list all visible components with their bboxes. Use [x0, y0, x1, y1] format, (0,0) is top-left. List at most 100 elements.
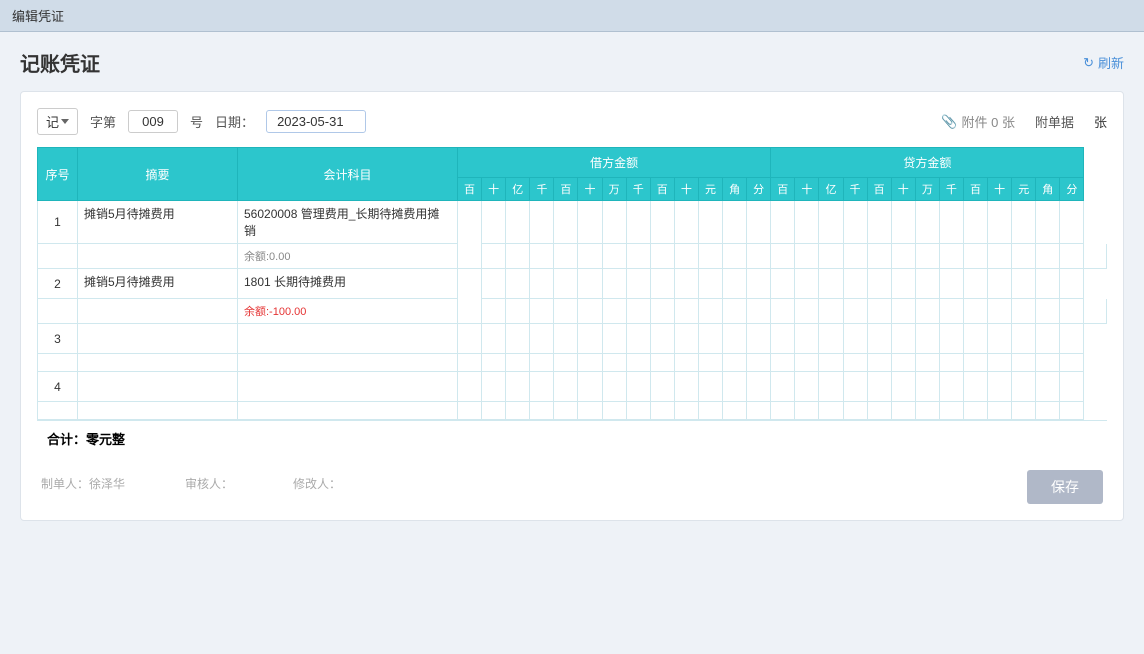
cell-credit-9[interactable] — [963, 201, 987, 244]
cell-debit-11[interactable] — [698, 372, 722, 402]
cell-credit-13[interactable] — [1060, 269, 1084, 299]
cell-credit-11[interactable] — [1012, 201, 1036, 244]
cell-credit-7[interactable] — [915, 269, 939, 299]
cell-debit-10[interactable] — [674, 269, 698, 299]
cell-debit-13[interactable] — [747, 372, 771, 402]
cell-credit-9[interactable] — [963, 269, 987, 299]
cell-account[interactable]: 1801 长期待摊费用 — [238, 269, 458, 299]
save-button[interactable]: 保存 — [1027, 470, 1103, 504]
cell-debit-4[interactable] — [530, 324, 554, 354]
cell-debit-12[interactable] — [723, 201, 747, 244]
cell-credit-1[interactable] — [771, 201, 795, 244]
cell-debit-8[interactable] — [626, 201, 650, 244]
cell-debit-9[interactable] — [650, 269, 674, 299]
cell-debit-3[interactable] — [506, 324, 530, 354]
cell-credit-13[interactable] — [1060, 372, 1084, 402]
cell-account[interactable] — [238, 372, 458, 402]
cell-credit-11[interactable] — [1012, 324, 1036, 354]
cell-debit-12[interactable] — [723, 324, 747, 354]
cell-debit-4[interactable] — [530, 201, 554, 244]
cell-credit-5[interactable] — [867, 324, 891, 354]
cell-debit-7[interactable] — [602, 269, 626, 299]
cell-debit-8[interactable] — [626, 324, 650, 354]
cell-credit-9[interactable] — [963, 372, 987, 402]
cell-credit-9[interactable] — [963, 324, 987, 354]
cell-credit-7[interactable] — [915, 324, 939, 354]
cell-debit-5[interactable] — [554, 324, 578, 354]
cell-debit-2[interactable] — [482, 324, 506, 354]
cell-debit-5[interactable] — [554, 372, 578, 402]
cell-credit-5[interactable] — [867, 372, 891, 402]
cell-debit-8[interactable] — [626, 372, 650, 402]
cell-debit-6[interactable] — [578, 201, 602, 244]
cell-credit-7[interactable] — [915, 372, 939, 402]
cell-credit-11[interactable] — [1012, 372, 1036, 402]
cell-debit-3[interactable] — [506, 201, 530, 244]
cell-credit-1[interactable] — [771, 269, 795, 299]
cell-credit-1[interactable] — [771, 372, 795, 402]
cell-debit-7[interactable] — [602, 324, 626, 354]
cell-account[interactable] — [238, 324, 458, 354]
voucher-type-button[interactable]: 记 — [37, 108, 78, 135]
refresh-button[interactable]: ↻ 刷新 — [1083, 53, 1124, 72]
cell-debit-10[interactable] — [674, 372, 698, 402]
cell-credit-7[interactable] — [915, 201, 939, 244]
cell-credit-12[interactable] — [1036, 324, 1060, 354]
cell-credit-11[interactable] — [1012, 269, 1036, 299]
cell-debit-11[interactable] — [698, 324, 722, 354]
cell-credit-10[interactable] — [988, 269, 1012, 299]
cell-debit-9[interactable] — [650, 201, 674, 244]
cell-credit-12[interactable] — [1036, 372, 1060, 402]
cell-credit-8[interactable] — [939, 201, 963, 244]
voucher-number[interactable]: 009 — [128, 110, 178, 133]
cell-credit-2[interactable] — [795, 324, 819, 354]
cell-credit-10[interactable] — [988, 324, 1012, 354]
cell-debit-1[interactable] — [458, 269, 482, 324]
cell-debit-11[interactable] — [698, 269, 722, 299]
cell-credit-6[interactable] — [891, 269, 915, 299]
cell-debit-12[interactable] — [723, 372, 747, 402]
cell-debit-6[interactable] — [578, 269, 602, 299]
cell-credit-2[interactable] — [795, 372, 819, 402]
cell-debit-1[interactable] — [458, 324, 482, 354]
cell-credit-6[interactable] — [891, 372, 915, 402]
cell-debit-1[interactable] — [458, 372, 482, 402]
cell-debit-12[interactable] — [723, 269, 747, 299]
cell-credit-13[interactable] — [1060, 201, 1084, 244]
cell-debit-9[interactable] — [650, 372, 674, 402]
cell-credit-3[interactable] — [819, 201, 843, 244]
cell-credit-8[interactable] — [939, 269, 963, 299]
cell-credit-6[interactable] — [891, 201, 915, 244]
cell-debit-5[interactable] — [554, 201, 578, 244]
cell-debit-2[interactable] — [482, 201, 506, 244]
cell-summary[interactable] — [78, 324, 238, 354]
cell-debit-3[interactable] — [506, 269, 530, 299]
cell-debit-10[interactable] — [674, 324, 698, 354]
cell-credit-4[interactable] — [843, 201, 867, 244]
attach-dan[interactable]: 附单据 — [1035, 112, 1074, 131]
cell-credit-4[interactable] — [843, 269, 867, 299]
cell-debit-1[interactable] — [458, 201, 482, 269]
cell-credit-12[interactable] — [1036, 269, 1060, 299]
cell-credit-4[interactable] — [843, 372, 867, 402]
cell-debit-6[interactable] — [578, 372, 602, 402]
cell-credit-10[interactable] — [988, 372, 1012, 402]
cell-credit-8[interactable] — [939, 372, 963, 402]
cell-debit-3[interactable] — [506, 372, 530, 402]
cell-debit-4[interactable] — [530, 269, 554, 299]
cell-debit-2[interactable] — [482, 269, 506, 299]
cell-debit-6[interactable] — [578, 324, 602, 354]
cell-debit-7[interactable] — [602, 372, 626, 402]
cell-credit-3[interactable] — [819, 372, 843, 402]
cell-credit-2[interactable] — [795, 269, 819, 299]
cell-debit-4[interactable] — [530, 372, 554, 402]
cell-debit-2[interactable] — [482, 372, 506, 402]
cell-credit-8[interactable] — [939, 324, 963, 354]
cell-credit-6[interactable] — [891, 324, 915, 354]
cell-credit-10[interactable] — [988, 201, 1012, 244]
cell-debit-5[interactable] — [554, 269, 578, 299]
cell-credit-5[interactable] — [867, 269, 891, 299]
cell-summary[interactable]: 摊销5月待摊费用 — [78, 201, 238, 244]
cell-credit-3[interactable] — [819, 269, 843, 299]
attachment-link[interactable]: 📎 附件 0 张 — [941, 112, 1015, 131]
